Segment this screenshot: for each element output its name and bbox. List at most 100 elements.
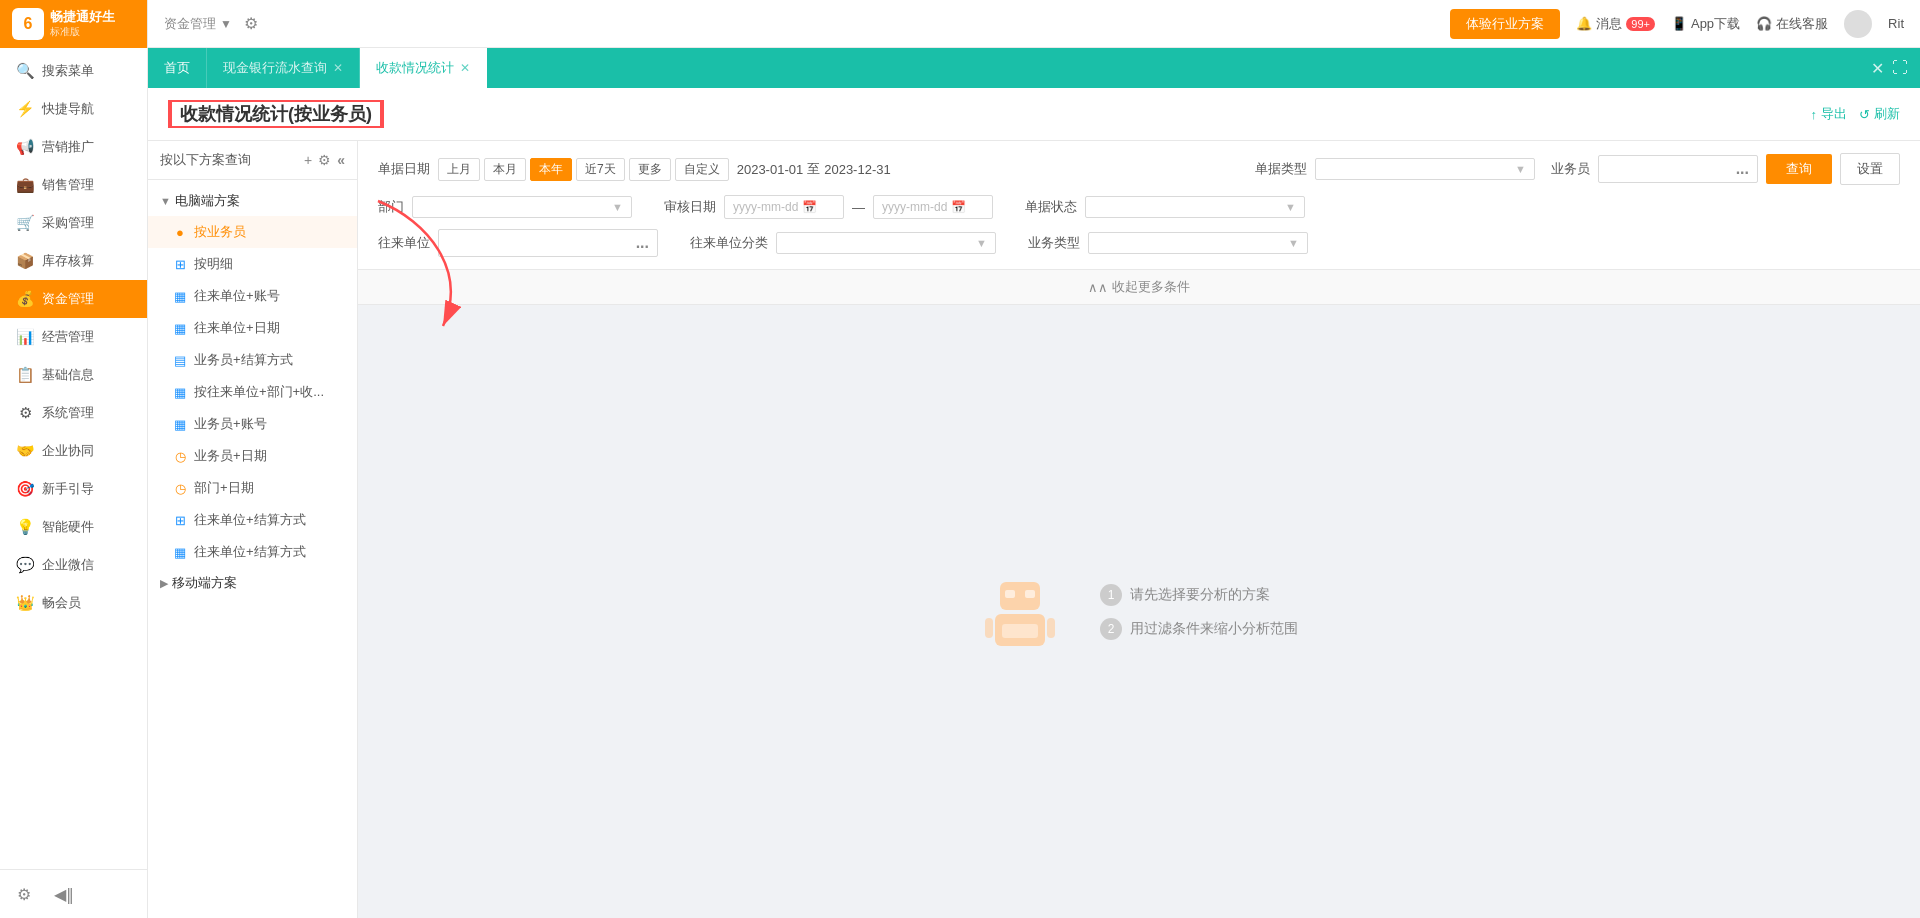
collapse-panel-btn[interactable]: «	[337, 152, 345, 168]
logo-icon: 6	[12, 8, 44, 40]
scheme-icon-2: ▦	[172, 288, 188, 304]
scheme-item-6[interactable]: ▦ 业务员+账号	[148, 408, 357, 440]
mobile-group-header[interactable]: ▶ 移动端方案	[148, 568, 357, 598]
breadcrumb: 资金管理 ▼	[164, 15, 232, 33]
window-controls: ✕ ⛶	[1859, 59, 1920, 78]
tab-receipt-stats[interactable]: 收款情况统计 ✕	[360, 48, 487, 88]
scheme-icon-5: ▦	[172, 384, 188, 400]
sidebar-item-collab[interactable]: 🤝 企业协同	[0, 432, 147, 470]
page-header: 收款情况统计(按业务员) ↑ 导出 ↺ 刷新	[148, 88, 1920, 141]
breadcrumb-dropdown-arrow[interactable]: ▼	[220, 17, 232, 31]
page-header-actions: ↑ 导出 ↺ 刷新	[1811, 105, 1901, 123]
export-btn[interactable]: ↑ 导出	[1811, 105, 1848, 123]
sales-icon: 💼	[16, 176, 34, 194]
doctype-label: 单据类型	[1255, 160, 1307, 178]
scheme-item-9[interactable]: ⊞ 往来单位+结算方式	[148, 504, 357, 536]
sidebar-item-marketing[interactable]: 📢 营销推广	[0, 128, 147, 166]
scheme-item-4[interactable]: ▤ 业务员+结算方式	[148, 344, 357, 376]
scheme-item-0[interactable]: ● 按业务员	[148, 216, 357, 248]
refresh-btn[interactable]: ↺ 刷新	[1859, 105, 1900, 123]
scheme-tree: ▼ 电脑端方案 ● 按业务员 ⊞ 按明细	[148, 180, 357, 604]
filter-docstatus-item: 单据状态 ▼	[1025, 196, 1305, 218]
partner-select[interactable]: ...	[438, 229, 658, 257]
review-date-to[interactable]: yyyy-mm-dd 📅	[873, 195, 993, 219]
review-date-from[interactable]: yyyy-mm-dd 📅	[724, 195, 844, 219]
desktop-group-header[interactable]: ▼ 电脑端方案	[148, 186, 357, 216]
sidebar-item-system[interactable]: ⚙ 系统管理	[0, 394, 147, 432]
sidebar-item-management[interactable]: 📊 经营管理	[0, 318, 147, 356]
sidebar-item-inventory[interactable]: 📦 库存核算	[0, 242, 147, 280]
settings-gear-icon[interactable]: ⚙	[244, 14, 258, 33]
scheme-item-7[interactable]: ◷ 业务员+日期	[148, 440, 357, 472]
robot-svg	[980, 572, 1060, 652]
message-btn[interactable]: 🔔 消息 99+	[1576, 15, 1655, 33]
app-download-btn[interactable]: 📱 App下载	[1671, 15, 1740, 33]
docstatus-select[interactable]: ▼	[1085, 196, 1305, 218]
marketing-icon: 📢	[16, 138, 34, 156]
trial-btn[interactable]: 体验行业方案	[1450, 9, 1560, 39]
scheme-item-1[interactable]: ⊞ 按明细	[148, 248, 357, 280]
maximize-window-btn[interactable]: ⛶	[1892, 59, 1908, 77]
settings-bottom-btn[interactable]: ⚙	[8, 878, 40, 910]
sidebar-item-basic[interactable]: 📋 基础信息	[0, 356, 147, 394]
dept-select[interactable]: ▼	[412, 196, 632, 218]
scheme-item-8[interactable]: ◷ 部门+日期	[148, 472, 357, 504]
tab-close-bank-flow[interactable]: ✕	[333, 61, 343, 75]
hint-item-2: 2 用过滤条件来缩小分析范围	[1100, 618, 1298, 640]
biztype-select[interactable]: ▼	[1088, 232, 1308, 254]
sidebar-item-wechat[interactable]: 💬 企业微信	[0, 546, 147, 584]
online-service-btn[interactable]: 🎧 在线客服	[1756, 15, 1828, 33]
salesman-select[interactable]: ...	[1598, 155, 1758, 183]
query-btn[interactable]: 查询	[1766, 154, 1832, 184]
scheme-item-2[interactable]: ▦ 往来单位+账号	[148, 280, 357, 312]
date-this-month[interactable]: 本月	[484, 158, 526, 181]
date-from-value: 2023-01-01	[737, 162, 804, 177]
sidebar-item-guide[interactable]: 🎯 新手引导	[0, 470, 147, 508]
calendar-icon-from: 📅	[802, 200, 817, 214]
scheme-item-3[interactable]: ▦ 往来单位+日期	[148, 312, 357, 344]
tab-close-receipt-stats[interactable]: ✕	[460, 61, 470, 75]
date-this-year[interactable]: 本年	[530, 158, 572, 181]
right-content: 单据日期 上月 本月 本年 近7天 更多 自定义	[358, 141, 1920, 918]
sidebar-item-purchase[interactable]: 🛒 采购管理	[0, 204, 147, 242]
date-7days[interactable]: 近7天	[576, 158, 625, 181]
filter-row-1: 单据日期 上月 本月 本年 近7天 更多 自定义	[378, 153, 1900, 185]
close-window-btn[interactable]: ✕	[1871, 59, 1884, 78]
scheme-icon-10: ▦	[172, 544, 188, 560]
date-more[interactable]: 更多	[629, 158, 671, 181]
doctype-select[interactable]: ▼	[1315, 158, 1535, 180]
date-custom[interactable]: 自定义	[675, 158, 729, 181]
date-last-month[interactable]: 上月	[438, 158, 480, 181]
sidebar-item-quicknav[interactable]: ⚡ 快捷导航	[0, 90, 147, 128]
user-avatar[interactable]	[1844, 10, 1872, 38]
sidebar-item-member[interactable]: 👑 畅会员	[0, 584, 147, 622]
sidebar-item-search[interactable]: 🔍 搜索菜单	[0, 52, 147, 90]
dept-label: 部门	[378, 198, 404, 216]
collapse-bar[interactable]: ∧∧ 收起更多条件	[358, 270, 1920, 305]
doctype-arrow: ▼	[1515, 163, 1526, 175]
sidebar-item-finance[interactable]: 💰 资金管理	[0, 280, 147, 318]
partner-ellipsis[interactable]: ...	[636, 234, 649, 252]
settings-btn[interactable]: 设置	[1840, 153, 1900, 185]
svg-rect-2	[1025, 590, 1035, 598]
message-badge: 99+	[1626, 17, 1655, 31]
result-area: 1 请先选择要分析的方案 2 用过滤条件来缩小分析范围	[358, 305, 1920, 918]
tab-home[interactable]: 首页	[148, 48, 207, 88]
sidebar-nav: 🔍 搜索菜单 ⚡ 快捷导航 📢 营销推广 💼 销售管理 🛒 采购管理 📦	[0, 48, 147, 869]
sidebar-item-sales[interactable]: 💼 销售管理	[0, 166, 147, 204]
collapse-sidebar-btn[interactable]: ◀‖	[48, 878, 80, 910]
scheme-settings-btn[interactable]: ⚙	[318, 152, 331, 168]
sidebar-item-hardware[interactable]: 💡 智能硬件	[0, 508, 147, 546]
biztype-arrow: ▼	[1288, 237, 1299, 249]
filter-action-btns: 查询 设置	[1766, 153, 1900, 185]
scheme-item-10[interactable]: ▦ 往来单位+结算方式	[148, 536, 357, 568]
salesman-ellipsis[interactable]: ...	[1736, 160, 1749, 178]
add-scheme-btn[interactable]: +	[304, 152, 312, 168]
collab-icon: 🤝	[16, 442, 34, 460]
tab-bank-flow[interactable]: 现金银行流水查询 ✕	[207, 48, 360, 88]
download-icon: 📱	[1671, 16, 1687, 31]
salesman-label: 业务员	[1551, 160, 1590, 178]
scheme-item-5[interactable]: ▦ 按往来单位+部门+收...	[148, 376, 357, 408]
page-title-box: 收款情况统计(按业务员)	[168, 100, 384, 128]
partner-type-select[interactable]: ▼	[776, 232, 996, 254]
